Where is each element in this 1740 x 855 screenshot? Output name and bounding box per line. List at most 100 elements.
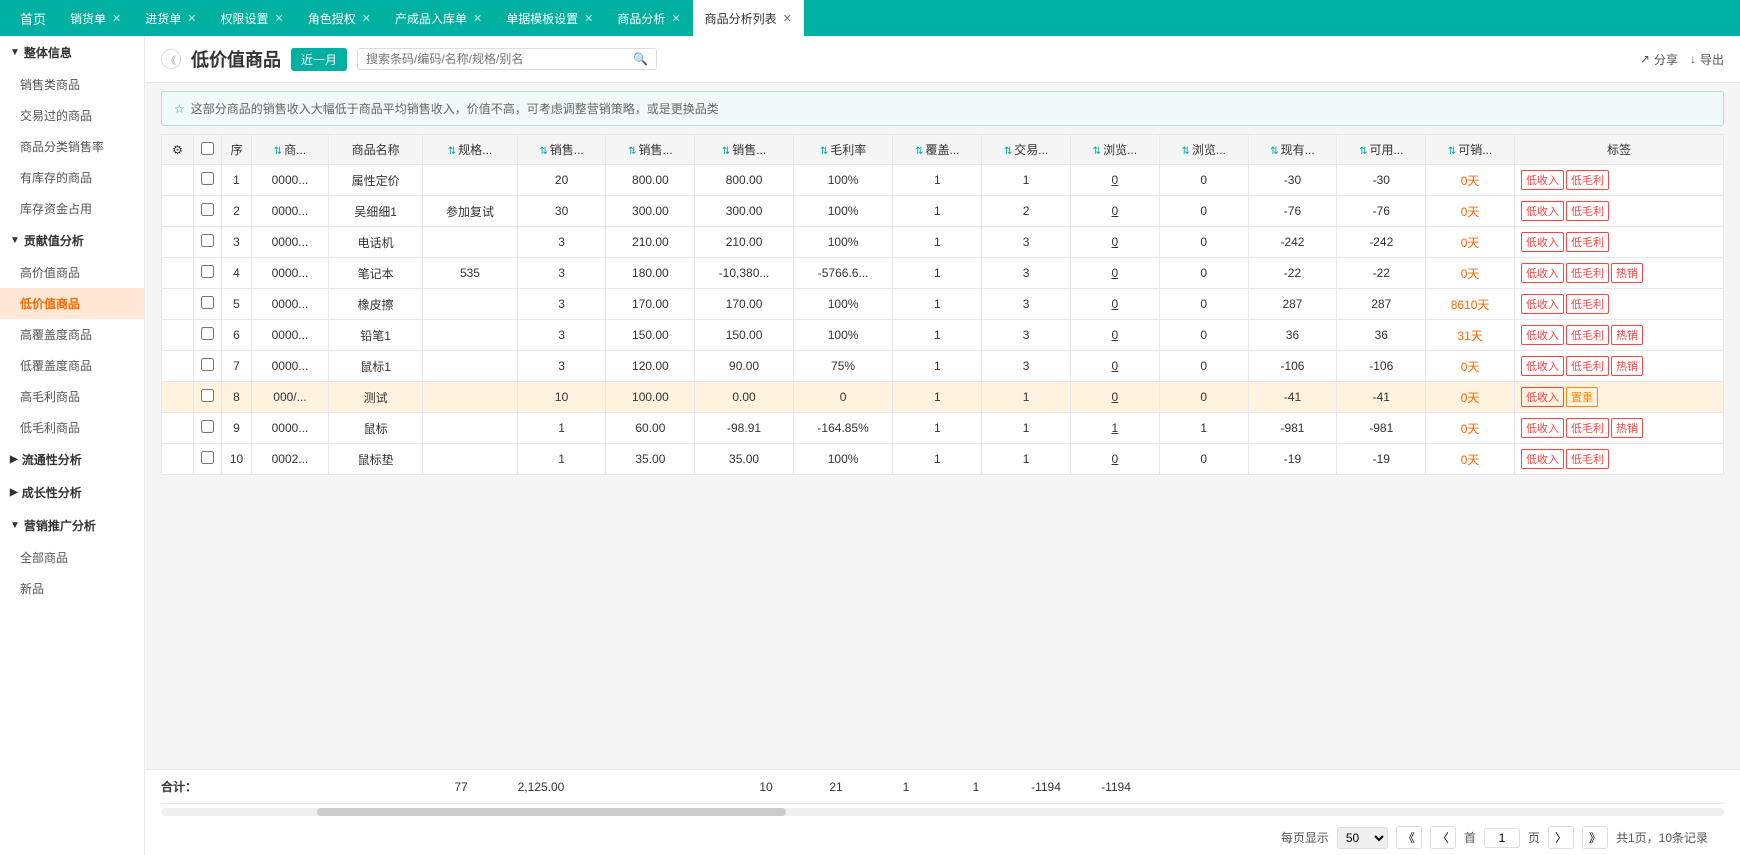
- close-icon[interactable]: ✕: [362, 12, 371, 25]
- browse1-value[interactable]: 0: [1112, 359, 1119, 373]
- close-icon[interactable]: ✕: [584, 12, 593, 25]
- browse1-cell[interactable]: 0: [1070, 196, 1159, 227]
- close-icon[interactable]: ✕: [187, 12, 196, 25]
- sidebar-group-marketing[interactable]: ▼ 营销推广分析: [0, 509, 144, 542]
- browse1-cell[interactable]: 0: [1070, 320, 1159, 351]
- nav-product-analysis[interactable]: 商品分析 ✕: [605, 0, 692, 36]
- sidebar-item-in-stock-products[interactable]: 有库存的商品: [0, 162, 144, 193]
- row-checkbox[interactable]: [201, 296, 214, 309]
- th-margin[interactable]: ⇅毛利率: [793, 135, 893, 165]
- close-icon[interactable]: ✕: [112, 12, 121, 25]
- browse1-cell[interactable]: 0: [1070, 258, 1159, 289]
- nav-product-analysis-list[interactable]: 商品分析列表 ✕: [693, 0, 804, 36]
- th-stock2[interactable]: ⇅可用...: [1337, 135, 1426, 165]
- browse1-cell[interactable]: 0: [1070, 165, 1159, 196]
- last-page-button[interactable]: 》: [1582, 826, 1608, 849]
- checkbox-cell[interactable]: [194, 227, 222, 258]
- sidebar-item-traded-products[interactable]: 交易过的商品: [0, 100, 144, 131]
- nav-permissions[interactable]: 权限设置 ✕: [208, 0, 295, 36]
- th-browse1[interactable]: ⇅浏览...: [1070, 135, 1159, 165]
- sidebar-item-high-margin[interactable]: 高毛利商品: [0, 381, 144, 412]
- nav-template-settings[interactable]: 单据模板设置 ✕: [494, 0, 605, 36]
- th-spec[interactable]: ⇅规格...: [423, 135, 517, 165]
- row-checkbox[interactable]: [201, 203, 214, 216]
- checkbox-cell[interactable]: [194, 165, 222, 196]
- nav-role-auth[interactable]: 角色授权 ✕: [296, 0, 383, 36]
- th-sale4[interactable]: ⇅可销...: [1426, 135, 1515, 165]
- page-size-select[interactable]: 50 100: [1337, 827, 1388, 849]
- sidebar-group-growth[interactable]: ▶ 成长性分析: [0, 476, 144, 509]
- row-checkbox[interactable]: [201, 358, 214, 371]
- row-checkbox[interactable]: [201, 327, 214, 340]
- th-settings[interactable]: ⚙: [162, 135, 194, 165]
- browse1-value[interactable]: 0: [1112, 266, 1119, 280]
- browse1-value[interactable]: 0: [1112, 390, 1119, 404]
- next-page-button[interactable]: 〉: [1548, 826, 1574, 849]
- period-button[interactable]: 近一月: [291, 48, 347, 71]
- checkbox-cell[interactable]: [194, 413, 222, 444]
- close-icon[interactable]: ✕: [473, 12, 482, 25]
- sidebar-item-low-margin[interactable]: 低毛利商品: [0, 412, 144, 443]
- checkbox-cell[interactable]: [194, 382, 222, 413]
- browse1-cell[interactable]: 0: [1070, 351, 1159, 382]
- sidebar-item-all-products[interactable]: 全部商品: [0, 542, 144, 573]
- sidebar-item-category-sales-rate[interactable]: 商品分类销售率: [0, 131, 144, 162]
- browse1-cell[interactable]: 0: [1070, 444, 1159, 475]
- checkbox-cell[interactable]: [194, 289, 222, 320]
- current-page-input[interactable]: [1484, 828, 1520, 848]
- browse1-value[interactable]: 0: [1112, 297, 1119, 311]
- th-sale1[interactable]: ⇅销售...: [517, 135, 606, 165]
- browse1-cell[interactable]: 0: [1070, 382, 1159, 413]
- sidebar-collapse-button[interactable]: 《: [161, 49, 181, 69]
- checkbox-cell[interactable]: [194, 258, 222, 289]
- browse1-cell[interactable]: 0: [1070, 227, 1159, 258]
- sidebar-group-overall[interactable]: ▼ 整体信息: [0, 36, 144, 69]
- sidebar-item-sales-products[interactable]: 销售类商品: [0, 69, 144, 100]
- th-trade[interactable]: ⇅交易...: [982, 135, 1071, 165]
- row-checkbox[interactable]: [201, 451, 214, 464]
- th-checkbox[interactable]: [194, 135, 222, 165]
- search-icon[interactable]: 🔍: [633, 52, 648, 66]
- row-checkbox[interactable]: [201, 265, 214, 278]
- close-icon[interactable]: ✕: [783, 12, 792, 25]
- browse1-value[interactable]: 0: [1112, 235, 1119, 249]
- nav-sales-order[interactable]: 销货单 ✕: [58, 0, 133, 36]
- nav-product-inbound[interactable]: 产成品入库单 ✕: [383, 0, 494, 36]
- sidebar-group-circulation[interactable]: ▶ 流通性分析: [0, 443, 144, 476]
- browse1-cell[interactable]: 1: [1070, 413, 1159, 444]
- row-checkbox[interactable]: [201, 234, 214, 247]
- th-sale2[interactable]: ⇅销售...: [606, 135, 695, 165]
- sidebar-item-low-value[interactable]: 低价值商品: [0, 288, 144, 319]
- close-icon[interactable]: ✕: [671, 12, 680, 25]
- row-checkbox[interactable]: [201, 420, 214, 433]
- prev-page-button[interactable]: 〈: [1430, 826, 1456, 849]
- sidebar-item-high-value[interactable]: 高价值商品: [0, 257, 144, 288]
- sidebar-group-contribution[interactable]: ▼ 贡献值分析: [0, 224, 144, 257]
- th-stock1[interactable]: ⇅现有...: [1248, 135, 1337, 165]
- browse1-value[interactable]: 0: [1112, 328, 1119, 342]
- sidebar-item-new-products[interactable]: 新品: [0, 573, 144, 604]
- export-button[interactable]: ↓ 导出: [1690, 51, 1724, 68]
- close-icon[interactable]: ✕: [275, 12, 284, 25]
- browse1-value[interactable]: 0: [1112, 173, 1119, 187]
- scrollbar-thumb[interactable]: [317, 808, 786, 816]
- sidebar-item-low-coverage[interactable]: 低覆盖度商品: [0, 350, 144, 381]
- first-page-button[interactable]: 《: [1396, 826, 1422, 849]
- checkbox-cell[interactable]: [194, 351, 222, 382]
- th-browse2[interactable]: ⇅浏览...: [1159, 135, 1248, 165]
- sidebar-item-high-coverage[interactable]: 高覆盖度商品: [0, 319, 144, 350]
- share-button[interactable]: ↗ 分享: [1640, 51, 1678, 68]
- checkbox-cell[interactable]: [194, 444, 222, 475]
- nav-home[interactable]: 首页: [8, 0, 58, 36]
- select-all-checkbox[interactable]: [201, 142, 214, 155]
- browse1-value[interactable]: 0: [1112, 204, 1119, 218]
- browse1-value[interactable]: 1: [1112, 421, 1119, 435]
- browse1-value[interactable]: 0: [1112, 452, 1119, 466]
- nav-purchase-order[interactable]: 进货单 ✕: [133, 0, 208, 36]
- browse1-cell[interactable]: 0: [1070, 289, 1159, 320]
- checkbox-cell[interactable]: [194, 196, 222, 227]
- checkbox-cell[interactable]: [194, 320, 222, 351]
- search-input[interactable]: [366, 52, 633, 66]
- sidebar-item-stock-capital[interactable]: 库存资金占用: [0, 193, 144, 224]
- th-cover[interactable]: ⇅覆盖...: [893, 135, 982, 165]
